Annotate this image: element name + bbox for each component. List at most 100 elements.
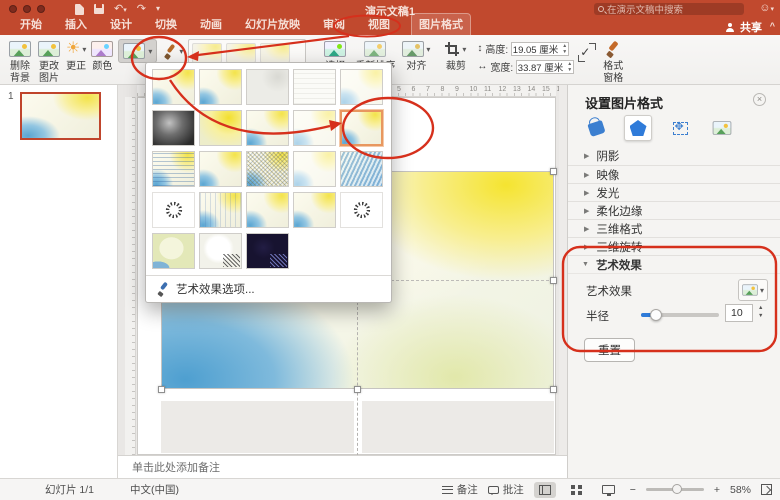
format-pane-section-5[interactable]: ▶三维格式 — [568, 219, 780, 237]
comments-toggle-button[interactable]: 批注 — [488, 482, 524, 497]
artistic-effect-thumbnail-23[interactable] — [246, 233, 289, 269]
radius-slider[interactable] — [641, 313, 719, 317]
width-stepper[interactable]: ▲▼ — [567, 61, 572, 73]
ribbon-tab-5[interactable]: 动画 — [198, 14, 224, 35]
ribbon-tab-1[interactable]: 开始 — [18, 14, 44, 35]
selection-handle[interactable] — [550, 168, 557, 175]
close-icon[interactable]: × — [753, 93, 766, 106]
artistic-effects-button[interactable]: ▾ — [118, 39, 157, 63]
height-input[interactable]: 19.05 厘米 ▲▼ — [511, 42, 569, 56]
ribbon-tab-9[interactable]: 图片格式 — [411, 13, 471, 35]
notes-toggle-button[interactable]: 备注 — [442, 482, 478, 497]
normal-view-button[interactable] — [534, 482, 556, 498]
vertical-scrollbar[interactable] — [559, 85, 567, 455]
search-input[interactable]: 在演示文稿中搜索 — [594, 3, 744, 15]
artistic-effect-thumbnail-14[interactable] — [293, 151, 336, 187]
content-placeholder[interactable] — [161, 401, 354, 453]
close-window-button[interactable] — [9, 5, 17, 13]
ribbon-tab-7[interactable]: 审阅 — [321, 14, 347, 35]
ribbon-tab-6[interactable]: 幻灯片放映 — [243, 14, 302, 35]
selection-handle[interactable] — [550, 277, 557, 284]
ribbon-tab-4[interactable]: 切换 — [153, 14, 179, 35]
artistic-effect-thumbnail-21[interactable] — [152, 233, 195, 269]
artistic-effect-thumbnail-13[interactable] — [246, 151, 289, 187]
artistic-effect-thumbnail-15[interactable] — [340, 151, 383, 187]
artistic-effect-thumbnail-17[interactable] — [199, 192, 242, 228]
zoom-in-button[interactable]: + — [714, 484, 720, 496]
artistic-effect-thumbnail-9[interactable] — [293, 110, 336, 146]
selection-handle[interactable] — [354, 386, 361, 393]
ribbon-tab-2[interactable]: 插入 — [63, 14, 89, 35]
selection-handle[interactable] — [550, 386, 557, 393]
height-stepper[interactable]: ▲▼ — [562, 43, 567, 55]
artistic-effect-thumbnail-18[interactable] — [246, 192, 289, 228]
size-properties-tab[interactable] — [666, 115, 694, 141]
ribbon-tab-8[interactable]: 视图 — [366, 14, 392, 35]
remove-background-button[interactable]: 删除背景 — [8, 39, 32, 84]
artistic-effect-thumbnail-16[interactable] — [152, 192, 195, 228]
picture-tab[interactable] — [708, 115, 736, 141]
slide-thumbnail[interactable] — [20, 92, 101, 140]
align-button[interactable]: ▾ 对齐 — [402, 39, 430, 73]
artistic-effect-thumbnail-19[interactable] — [293, 192, 336, 228]
artistic-effects-section-header[interactable]: ▼ 艺术效果 — [568, 255, 780, 274]
fill-line-tab[interactable] — [582, 115, 610, 141]
lock-aspect-ratio-checkbox[interactable]: ✓ — [580, 45, 594, 61]
artistic-effect-thumbnail-3[interactable] — [246, 69, 289, 105]
artistic-effect-thumbnail-11[interactable] — [152, 151, 195, 187]
slideshow-view-button[interactable] — [598, 482, 620, 498]
fit-to-window-icon[interactable] — [761, 484, 772, 495]
toolbar-options-caret-icon[interactable]: ▾ — [156, 5, 160, 13]
new-document-icon[interactable] — [75, 4, 84, 15]
slider-thumb[interactable] — [650, 309, 662, 321]
effects-tab[interactable] — [624, 115, 652, 141]
zoom-window-button[interactable] — [37, 5, 45, 13]
minimize-window-button[interactable] — [23, 5, 31, 13]
radius-value-input[interactable]: 10 — [725, 304, 753, 322]
picture-border-button[interactable]: ▾ — [163, 41, 183, 61]
collapse-ribbon-button[interactable]: ^ — [770, 21, 775, 31]
format-pane-section-3[interactable]: ▶发光 — [568, 183, 780, 201]
artistic-effect-thumbnail-22[interactable] — [199, 233, 242, 269]
artistic-effect-thumbnail-7[interactable] — [199, 110, 242, 146]
format-pane-section-1[interactable]: ▶阴影 — [568, 147, 780, 165]
artistic-effect-thumbnail-20[interactable] — [340, 192, 383, 228]
ribbon-tab-3[interactable]: 设计 — [108, 14, 134, 35]
artistic-effect-thumbnail-4[interactable] — [293, 69, 336, 105]
artistic-effect-thumbnail-10[interactable] — [340, 110, 383, 146]
format-pane-section-2[interactable]: ▶映像 — [568, 165, 780, 183]
undo-icon[interactable]: ↶▾ — [114, 4, 127, 15]
notes-area[interactable]: 单击此处添加备注 — [118, 455, 567, 478]
picture-style-thumbnail[interactable] — [226, 43, 256, 63]
undo-caret-icon[interactable]: ▾ — [123, 7, 127, 14]
artistic-effect-thumbnail-12[interactable] — [199, 151, 242, 187]
artistic-effect-thumbnail-6[interactable] — [152, 110, 195, 146]
feedback-smiley-icon[interactable]: ☺▾ — [759, 2, 774, 14]
change-picture-button[interactable]: 更改图片 — [37, 39, 61, 84]
zoom-out-button[interactable]: − — [630, 484, 636, 496]
artistic-effect-dropdown[interactable]: ▾ — [738, 279, 768, 301]
content-placeholder[interactable] — [362, 401, 554, 453]
save-icon[interactable] — [94, 4, 104, 14]
picture-style-thumbnail[interactable] — [192, 43, 222, 63]
reset-button[interactable]: 重置 — [584, 338, 635, 362]
artistic-effect-thumbnail-5[interactable] — [340, 69, 383, 105]
redo-icon[interactable]: ↷ — [137, 4, 146, 15]
zoom-slider[interactable] — [646, 488, 704, 491]
artistic-effect-thumbnail-1[interactable] — [152, 69, 195, 105]
artistic-effects-options-item[interactable]: 艺术效果选项... — [146, 275, 391, 302]
share-button[interactable]: 共享 — [726, 19, 762, 35]
picture-style-thumbnail[interactable] — [260, 43, 290, 63]
color-button[interactable]: 颜色 — [91, 39, 113, 73]
crop-button[interactable]: ▾ 裁剪 — [445, 39, 466, 73]
width-input[interactable]: 33.87 厘米 ▲▼ — [516, 60, 574, 74]
format-pane-button[interactable]: 格式窗格 — [600, 39, 626, 84]
artistic-effect-thumbnail-2[interactable] — [199, 69, 242, 105]
language-indicator[interactable]: 中文(中国) — [130, 482, 179, 497]
slide-sorter-view-button[interactable] — [566, 482, 588, 498]
zoom-level[interactable]: 58% — [730, 484, 751, 496]
zoom-slider-thumb[interactable] — [672, 484, 682, 494]
format-pane-section-6[interactable]: ▶三维旋转 — [568, 237, 780, 255]
artistic-effect-thumbnail-8[interactable] — [246, 110, 289, 146]
radius-stepper[interactable]: ▲▼ — [758, 304, 763, 320]
